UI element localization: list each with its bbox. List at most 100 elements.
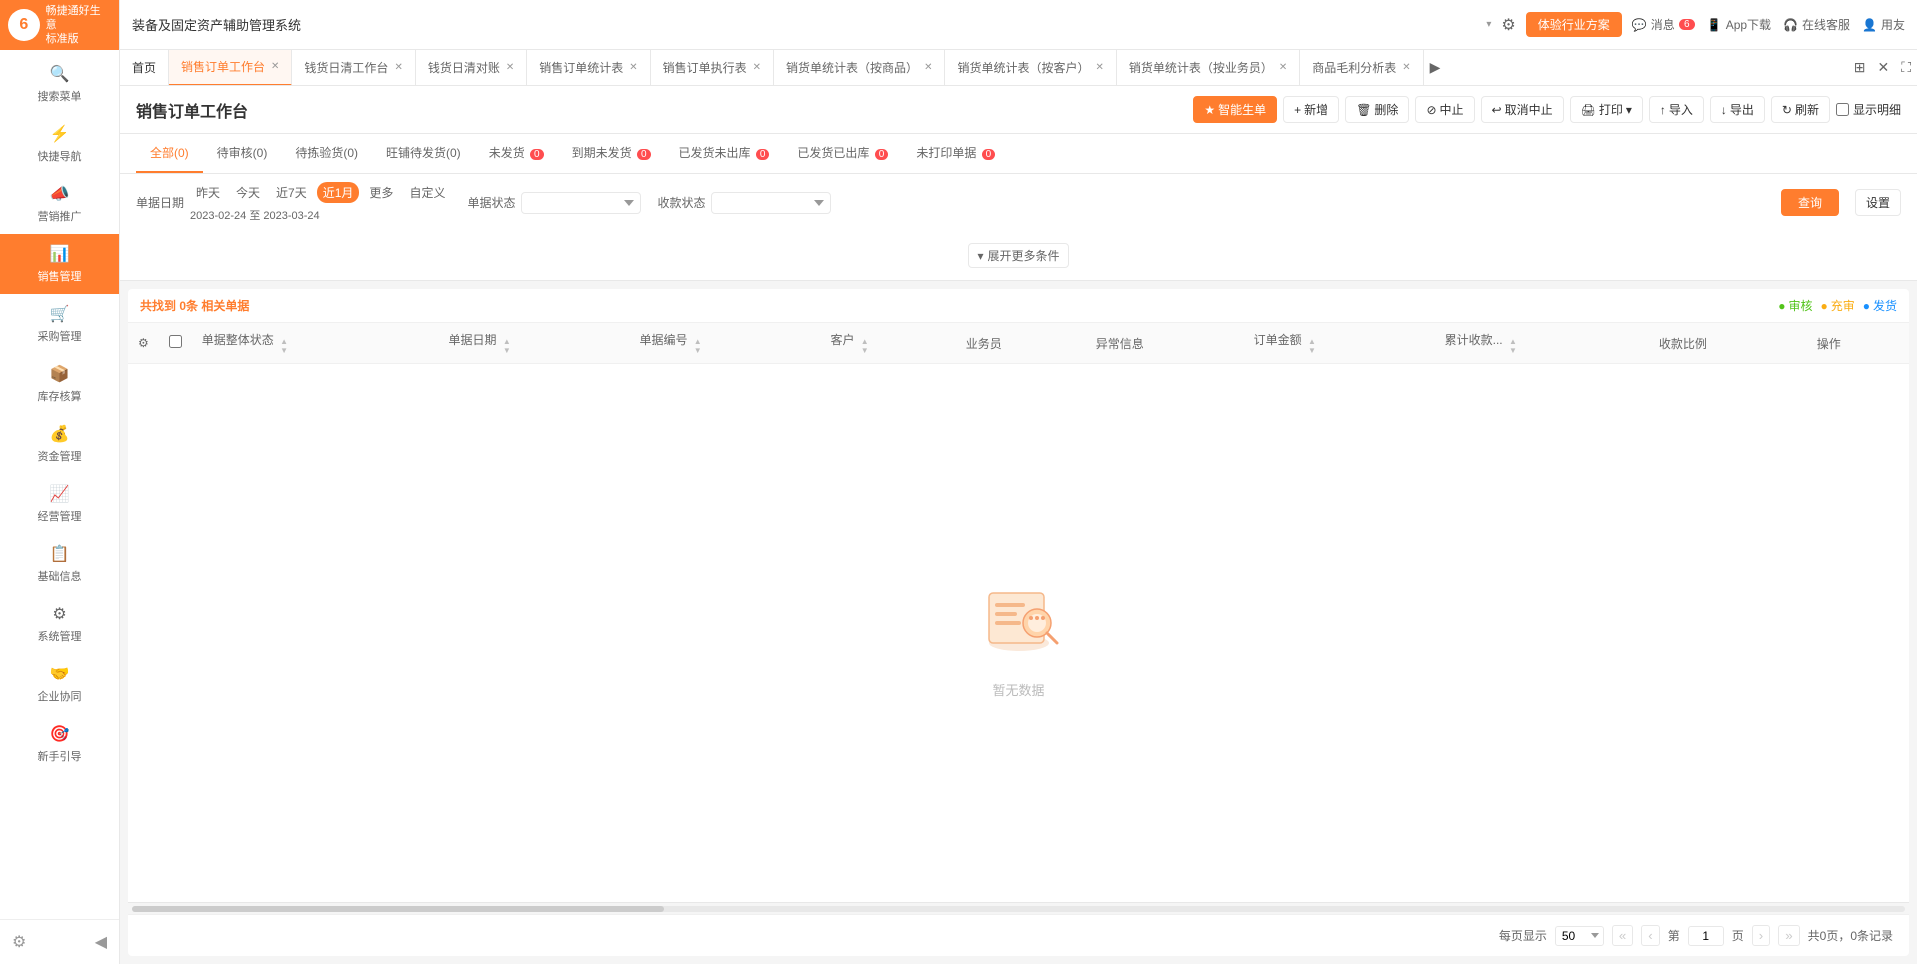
sidebar-item-10[interactable]: 🤝企业协同 bbox=[0, 654, 119, 714]
tab-sales-staff[interactable]: 销货单统计表（按业务员） ✕ bbox=[1117, 50, 1300, 86]
filter-settings-btn[interactable]: 设置 bbox=[1855, 189, 1901, 216]
sub-tab-shipped-no-out[interactable]: 已发货未出库 0 bbox=[665, 134, 784, 173]
sidebar-item-7[interactable]: 📈经营管理 bbox=[0, 474, 119, 534]
sidebar-item-icon-11: 🎯 bbox=[50, 724, 70, 744]
tab-fullscreen-icon[interactable]: ⛶ bbox=[1895, 59, 1917, 76]
sub-tab-overdue[interactable]: 到期未发货 0 bbox=[558, 134, 665, 173]
add-btn[interactable]: + 新增 bbox=[1283, 96, 1339, 123]
sub-tab-pending-check[interactable]: 待拣验货(0) bbox=[281, 134, 372, 173]
sub-tab-wangpu[interactable]: 旺铺待发货(0) bbox=[372, 134, 475, 173]
payment-filter: 收款状态 bbox=[657, 192, 831, 214]
tab-close-icon[interactable]: ✕ bbox=[1402, 62, 1410, 73]
payment-select[interactable] bbox=[711, 192, 831, 214]
filter-row-1: 单据日期 昨天 今天 近7天 近1月 更多 自定义 2023-02-24 至 2… bbox=[136, 182, 1901, 223]
sidebar-collapse-icon[interactable]: ◀ bbox=[91, 928, 111, 956]
industry-btn[interactable]: 体验行业方案 bbox=[1526, 12, 1622, 37]
title-dropdown-icon[interactable]: ▾ bbox=[1486, 19, 1491, 30]
content-header: 销售订单工作台 ★ 智能生单 + 新增 🗑 删除 ⊘ 中止 bbox=[120, 86, 1917, 134]
col-date: 单据日期 ▲▼ bbox=[438, 323, 629, 364]
sidebar-item-label-3: 销售管理 bbox=[38, 268, 82, 284]
app-download-btn[interactable]: 📱 App下载 bbox=[1707, 16, 1771, 33]
date-opt-today[interactable]: 今天 bbox=[230, 182, 266, 203]
sub-tab-not-shipped[interactable]: 未发货 0 bbox=[475, 134, 558, 173]
tab-close-icon[interactable]: ✕ bbox=[1095, 62, 1103, 73]
show-detail-checkbox[interactable] bbox=[1836, 103, 1849, 116]
status-select[interactable] bbox=[521, 192, 641, 214]
tab-sales-order[interactable]: 销售订单工作台 ✕ bbox=[169, 50, 292, 86]
tab-scroll-right[interactable]: ▶ bbox=[1424, 59, 1447, 76]
sidebar-item-9[interactable]: ⚙系统管理 bbox=[0, 594, 119, 654]
col-settings[interactable]: ⚙ bbox=[128, 323, 159, 364]
tab-sales-product[interactable]: 销货单统计表（按商品） ✕ bbox=[774, 50, 945, 86]
sidebar-item-0[interactable]: 🔍搜索菜单 bbox=[0, 54, 119, 114]
tab-close-icon[interactable]: ✕ bbox=[924, 62, 932, 73]
last-page-btn[interactable]: » bbox=[1778, 925, 1799, 946]
show-detail-label[interactable]: 显示明细 bbox=[1836, 101, 1901, 118]
tab-close-all-icon[interactable]: ✕ bbox=[1871, 59, 1895, 76]
tab-sales-stats[interactable]: 销售订单统计表 ✕ bbox=[527, 50, 650, 86]
header-settings-icon[interactable]: ⚙ bbox=[1501, 15, 1515, 35]
tab-close-icon[interactable]: ✕ bbox=[1279, 62, 1287, 73]
cancel-review-btn[interactable]: ● 充审 bbox=[1820, 297, 1854, 314]
refresh-btn[interactable]: ↻ 刷新 bbox=[1771, 96, 1830, 123]
sidebar-item-5[interactable]: 📦库存核算 bbox=[0, 354, 119, 414]
import-icon: ↑ bbox=[1660, 103, 1666, 117]
page-input[interactable] bbox=[1688, 926, 1724, 946]
export-btn[interactable]: ↓ 导出 bbox=[1710, 96, 1765, 123]
message-btn[interactable]: 💬 消息 6 bbox=[1632, 16, 1695, 33]
query-btn[interactable]: 查询 bbox=[1781, 189, 1839, 216]
sidebar-item-4[interactable]: 🛒采购管理 bbox=[0, 294, 119, 354]
per-page-select[interactable]: 50 10 20 100 bbox=[1555, 926, 1604, 946]
sidebar-item-2[interactable]: 📣营销推广 bbox=[0, 174, 119, 234]
tab-sales-customer[interactable]: 销货单统计表（按客户） ✕ bbox=[945, 50, 1116, 86]
sidebar-item-6[interactable]: 💰资金管理 bbox=[0, 414, 119, 474]
sub-tab-all[interactable]: 全部(0) bbox=[136, 134, 203, 173]
tab-sales-exec[interactable]: 销售订单执行表 ✕ bbox=[651, 50, 774, 86]
print-btn[interactable]: 🖨 打印 ▾ bbox=[1570, 96, 1643, 123]
tab-close-icon[interactable]: ✕ bbox=[753, 62, 761, 73]
ship-btn[interactable]: ● 发货 bbox=[1863, 297, 1897, 314]
smart-create-btn[interactable]: ★ 智能生单 bbox=[1193, 96, 1277, 123]
scrollbar-thumb[interactable] bbox=[132, 906, 664, 912]
tab-close-icon[interactable]: ✕ bbox=[271, 61, 279, 72]
sidebar-item-3[interactable]: 📊销售管理 bbox=[0, 234, 119, 294]
delete-btn[interactable]: 🗑 删除 bbox=[1345, 96, 1409, 123]
tab-cash-daily[interactable]: 钱货日清工作台 ✕ bbox=[292, 50, 415, 86]
sidebar-item-8[interactable]: 📋基础信息 bbox=[0, 534, 119, 594]
sub-tab-not-printed[interactable]: 未打印单据 0 bbox=[902, 134, 1009, 173]
col-checkbox[interactable] bbox=[159, 323, 192, 364]
tab-home[interactable]: 首页 bbox=[120, 50, 169, 86]
online-service-btn[interactable]: 🎧 在线客服 bbox=[1783, 16, 1850, 33]
tab-cash-reconcile[interactable]: 钱货日清对账 ✕ bbox=[416, 50, 527, 86]
sidebar-item-11[interactable]: 🎯新手引导 bbox=[0, 714, 119, 774]
tab-more-icon[interactable]: ⊞ bbox=[1848, 59, 1872, 76]
review-btn[interactable]: ● 审核 bbox=[1778, 297, 1812, 314]
next-page-btn[interactable]: › bbox=[1752, 925, 1770, 946]
horizontal-scrollbar[interactable] bbox=[128, 902, 1909, 914]
page-title: 销售订单工作台 bbox=[136, 98, 248, 122]
date-opt-yesterday[interactable]: 昨天 bbox=[190, 182, 226, 203]
first-page-btn[interactable]: « bbox=[1612, 925, 1633, 946]
date-opt-more[interactable]: 更多 bbox=[363, 182, 399, 203]
import-btn[interactable]: ↑ 导入 bbox=[1649, 96, 1704, 123]
status-filter-label: 单据状态 bbox=[467, 194, 515, 211]
tab-close-icon[interactable]: ✕ bbox=[506, 62, 514, 73]
stop-btn[interactable]: ⊘ 中止 bbox=[1415, 96, 1474, 123]
user-btn[interactable]: 👤 用友 bbox=[1862, 16, 1905, 33]
expand-filter-btn[interactable]: ▾ 展开更多条件 bbox=[968, 243, 1068, 268]
prev-page-btn[interactable]: ‹ bbox=[1641, 925, 1659, 946]
tab-bar: 首页 销售订单工作台 ✕ 钱货日清工作台 ✕ 钱货日清对账 ✕ 销售订单统计表 … bbox=[120, 50, 1917, 86]
date-opt-1month[interactable]: 近1月 bbox=[317, 182, 360, 203]
date-opt-custom[interactable]: 自定义 bbox=[403, 182, 451, 203]
date-opt-7days[interactable]: 近7天 bbox=[270, 182, 313, 203]
cancel-stop-btn[interactable]: ↩ 取消中止 bbox=[1481, 96, 1564, 123]
tab-gross-profit[interactable]: 商品毛利分析表 ✕ bbox=[1300, 50, 1423, 86]
select-all-checkbox[interactable] bbox=[169, 335, 182, 348]
sidebar-item-label-5: 库存核算 bbox=[38, 388, 82, 404]
tab-close-icon[interactable]: ✕ bbox=[394, 62, 402, 73]
sub-tab-pending-review[interactable]: 待审核(0) bbox=[203, 134, 282, 173]
tab-close-icon[interactable]: ✕ bbox=[629, 62, 637, 73]
sidebar-item-1[interactable]: ⚡快捷导航 bbox=[0, 114, 119, 174]
sub-tab-shipped-out[interactable]: 已发货已出库 0 bbox=[783, 134, 902, 173]
sidebar-settings-icon[interactable]: ⚙ bbox=[8, 928, 30, 956]
